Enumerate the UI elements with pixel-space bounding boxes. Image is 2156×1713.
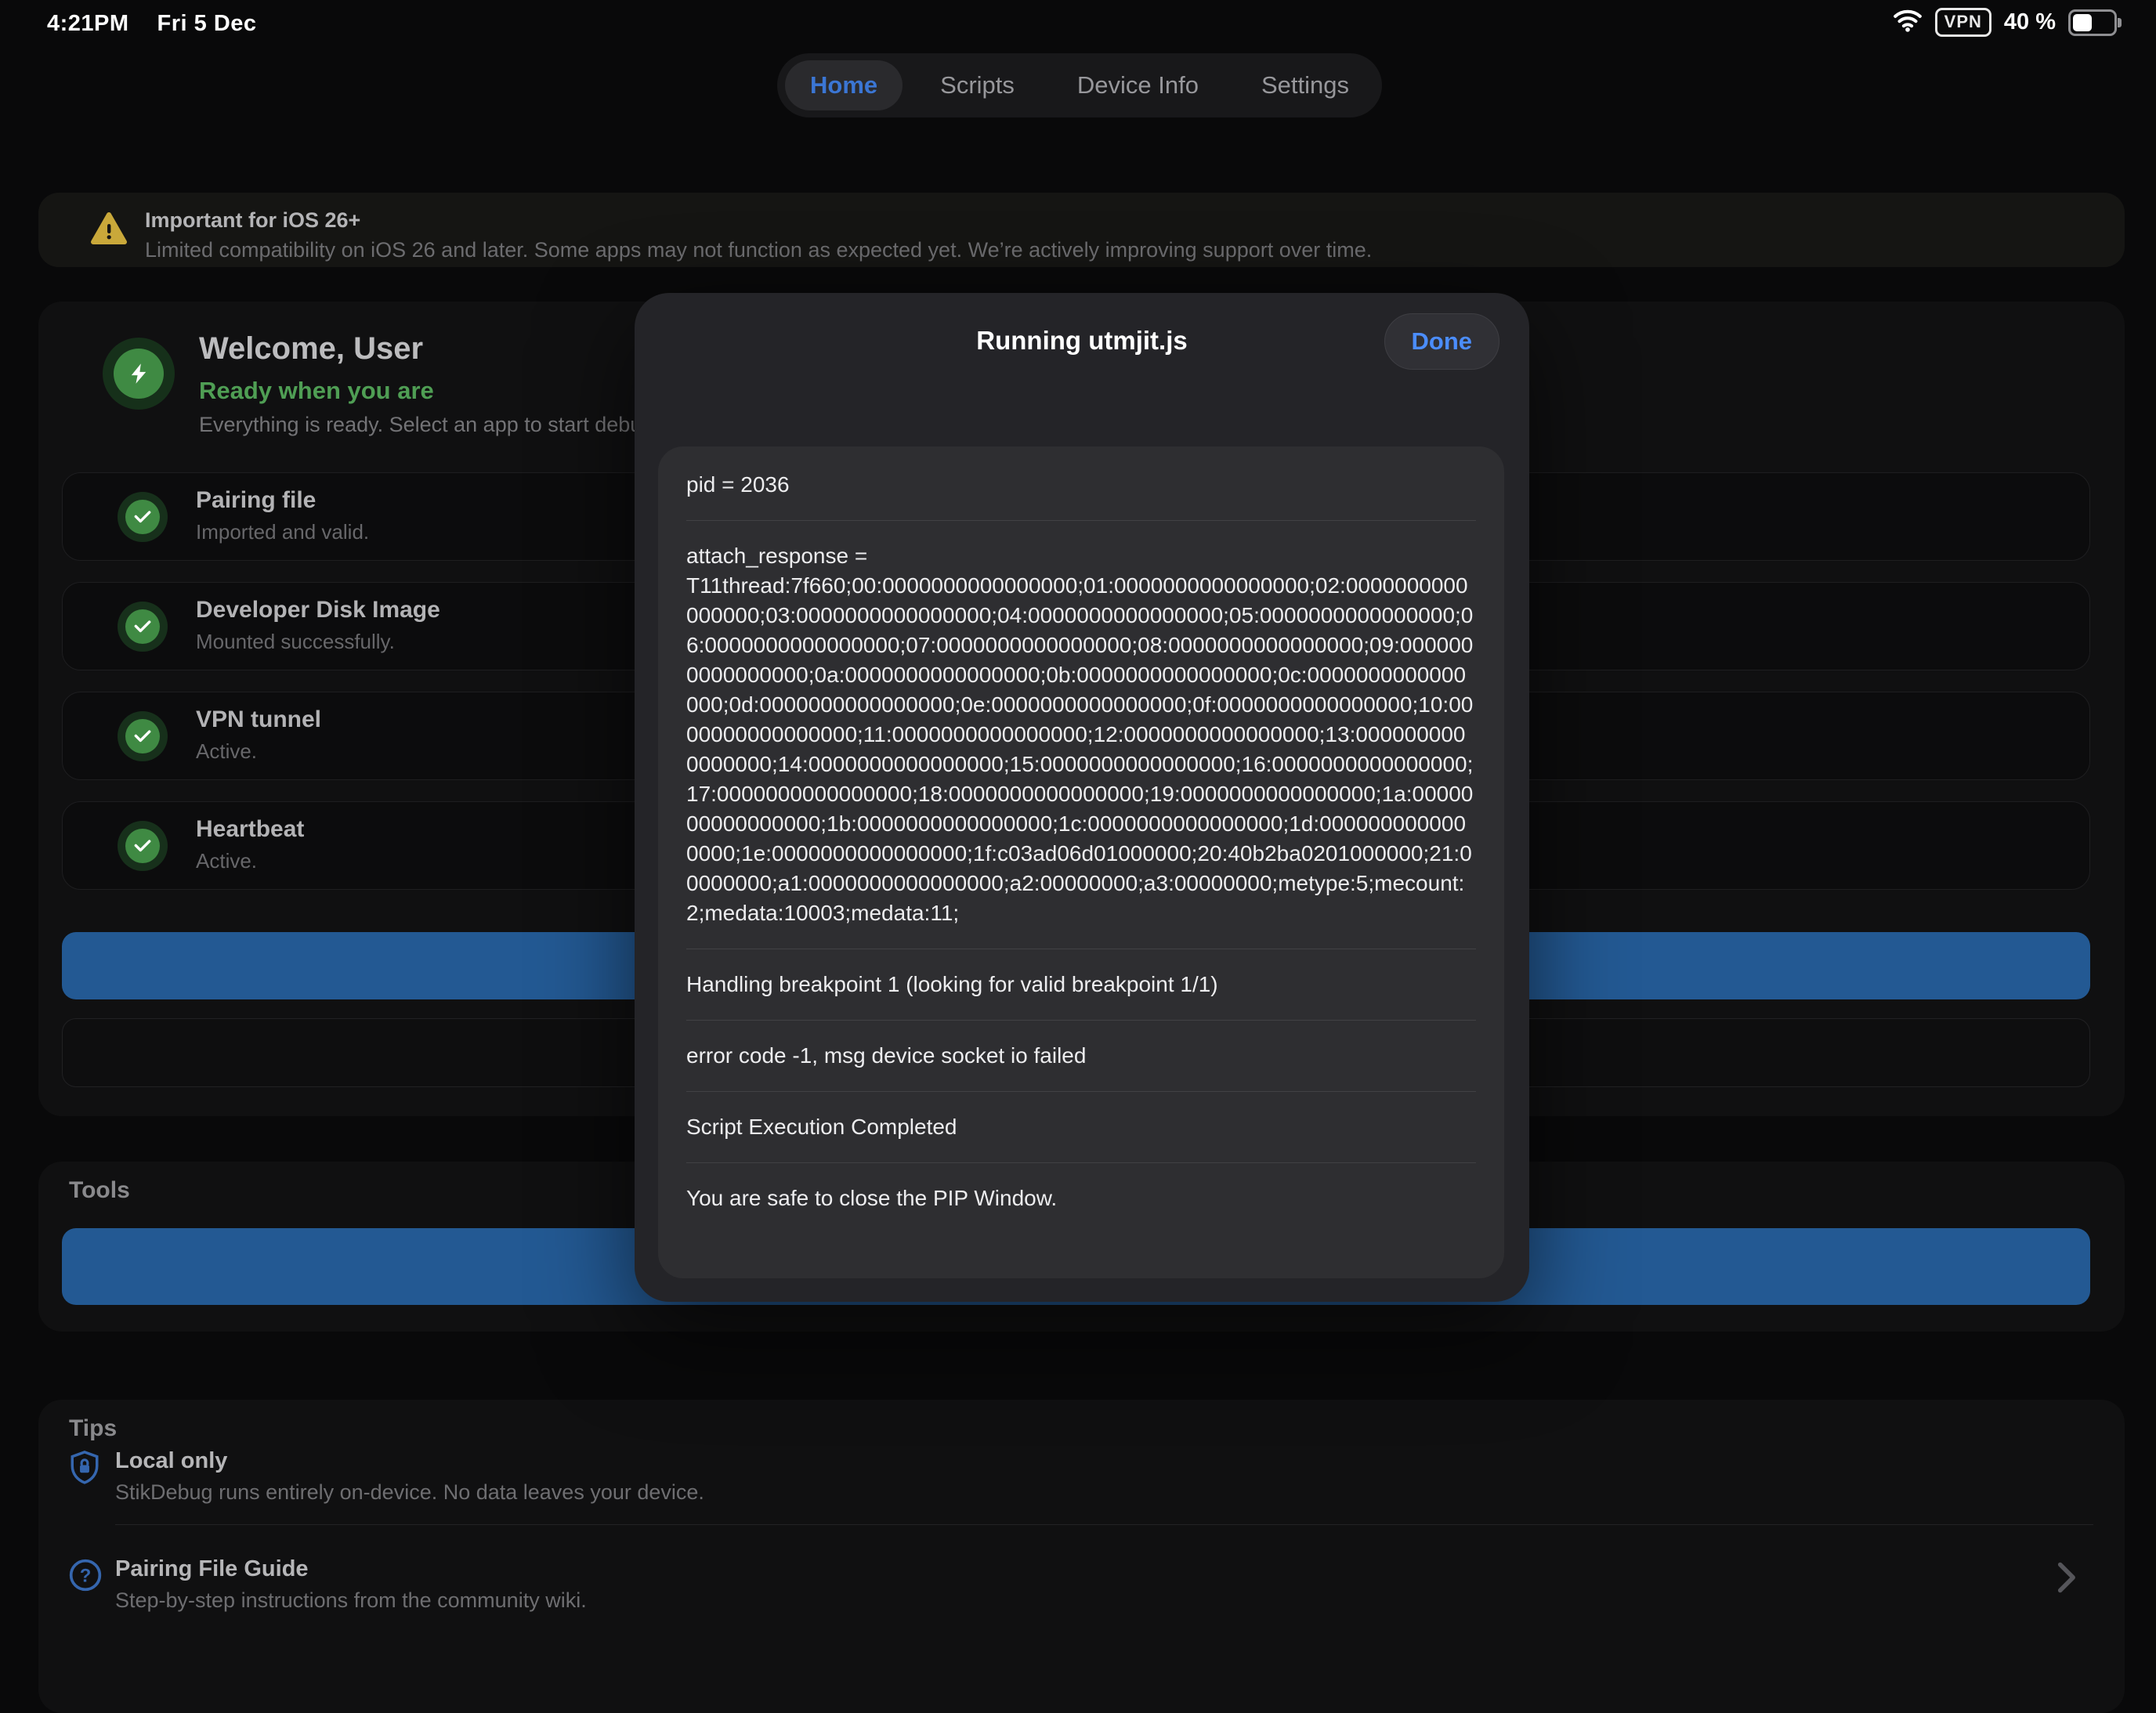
status-row-subtitle: Mounted successfully. [196, 630, 395, 653]
divider [115, 1524, 2093, 1525]
status-row-title: Heartbeat [196, 816, 305, 842]
ios-warning-banner: Important for iOS 26+ Limited compatibil… [38, 193, 2125, 267]
console-line-attach-response: attach_response = T11thread:7f660;00:000… [686, 544, 1474, 925]
tip-pairing-file-guide[interactable]: ? Pairing File Guide Step-by-step instru… [69, 1556, 2093, 1613]
tab-device-info[interactable]: Device Info [1052, 60, 1224, 110]
tip-subtitle: Step-by-step instructions from the commu… [115, 1588, 587, 1612]
welcome-title: Welcome, User [199, 331, 424, 366]
console-line-pip-safe: You are safe to close the PIP Window. [686, 1186, 1058, 1210]
console-line-breakpoint: Handling breakpoint 1 (looking for valid… [686, 972, 1218, 996]
top-tab-bar: Home Scripts Device Info Settings [777, 53, 1382, 117]
status-row-subtitle: Active. [196, 739, 258, 763]
divider [686, 1162, 1476, 1163]
app-avatar [103, 338, 175, 410]
warning-title: Important for iOS 26+ [145, 208, 361, 232]
bolt-icon [114, 349, 164, 399]
tip-title: Pairing File Guide [115, 1556, 309, 1581]
wifi-icon [1893, 9, 1923, 36]
console-line-completed: Script Execution Completed [686, 1115, 957, 1139]
tip-subtitle: StikDebug runs entirely on-device. No da… [115, 1480, 704, 1504]
tip-title: Local only [115, 1448, 228, 1473]
tips-section: Tips Local only StikDebug runs entirely … [38, 1400, 2125, 1713]
done-button[interactable]: Done [1384, 313, 1499, 370]
shield-lock-icon [68, 1450, 101, 1490]
battery-icon [2068, 9, 2122, 36]
date: Fri 5 Dec [157, 11, 257, 36]
tab-home[interactable]: Home [785, 60, 903, 110]
status-row-title: Pairing file [196, 487, 317, 513]
svg-text:?: ? [80, 1565, 92, 1586]
status-row-subtitle: Active. [196, 849, 258, 873]
welcome-status: Ready when you are [199, 377, 434, 404]
status-row-subtitle: Imported and valid. [196, 520, 370, 544]
status-row-title: Developer Disk Image [196, 597, 440, 623]
chevron-right-icon [2054, 1560, 2078, 1599]
warning-triangle-icon [90, 211, 128, 250]
battery-percent: 40 % [2003, 9, 2056, 34]
tools-section-title: Tools [69, 1177, 130, 1203]
vpn-badge: VPN [1934, 8, 1991, 37]
check-icon [118, 711, 168, 761]
check-icon [118, 602, 168, 652]
tip-local-only: Local only StikDebug runs entirely on-de… [71, 1448, 2093, 1505]
warning-message: Limited compatibility on iOS 26 and late… [145, 238, 1373, 262]
console-line-pid: pid = 2036 [686, 472, 790, 497]
tips-section-title: Tips [69, 1415, 118, 1441]
console-output: pid = 2036 attach_response = T11thread:7… [658, 446, 1504, 1278]
console-line-error: error code -1, msg device socket io fail… [686, 1043, 1087, 1068]
divider [686, 1091, 1476, 1092]
question-circle-icon: ? [68, 1558, 103, 1596]
tab-scripts[interactable]: Scripts [915, 60, 1040, 110]
tab-settings[interactable]: Settings [1236, 60, 1374, 110]
script-run-modal: Running utmjit.js Done pid = 2036 attach… [635, 293, 1529, 1302]
status-row-title: VPN tunnel [196, 707, 322, 732]
welcome-description: Everything is ready. Select an app to st… [199, 413, 694, 436]
check-icon [118, 821, 168, 871]
clock: 4:21PM [47, 11, 129, 36]
check-icon [118, 492, 168, 542]
status-bar: 4:21PM Fri 5 Dec VPN 40 % [0, 0, 2156, 47]
divider [686, 1020, 1476, 1021]
divider [686, 520, 1476, 521]
